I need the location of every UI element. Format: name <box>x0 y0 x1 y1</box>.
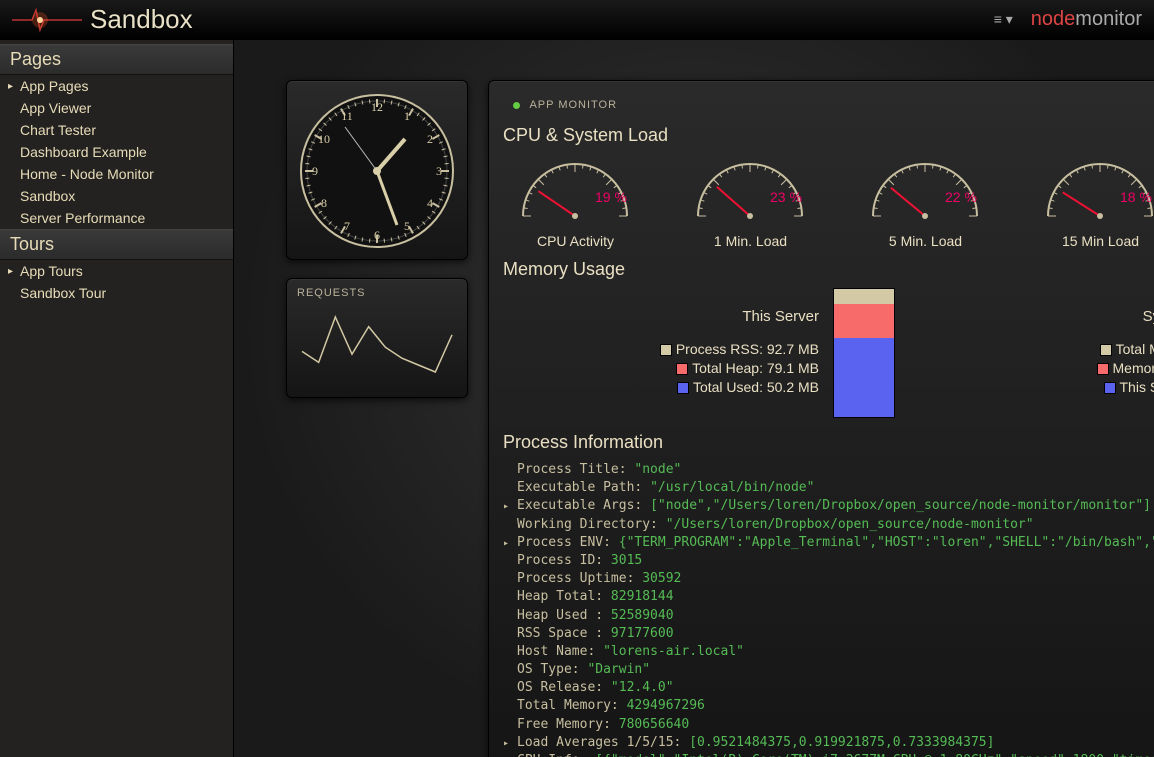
memory-system-title: System Memory <box>935 308 1154 325</box>
status-dot-icon <box>513 102 520 109</box>
sidebar-item[interactable]: App Pages <box>0 75 233 97</box>
process-info-row: Working Directory: "/Users/loren/Dropbox… <box>503 516 1154 534</box>
memory-row: This Server Process RSS: 92.7 MB Total He… <box>503 288 1154 418</box>
memory-legend-item: This Server: 92.7 MB <box>935 379 1154 395</box>
process-info-row[interactable]: Load Averages 1/5/15: [0.9521484375,0.91… <box>503 734 1154 752</box>
requests-title: REQUESTS <box>287 279 467 307</box>
svg-text:12: 12 <box>371 100 383 114</box>
svg-text:2: 2 <box>427 132 433 146</box>
app-monitor-panel: APP MONITOR CPU & System Load 19 % CPU A… <box>488 80 1154 757</box>
sidebar-heading-tours: Tours <box>0 229 233 260</box>
view-menu-button[interactable]: ≡ ▾ <box>994 11 1013 28</box>
svg-text:4: 4 <box>427 196 433 210</box>
svg-text:1: 1 <box>404 109 410 123</box>
process-info-row: RSS Space : 97177600 <box>503 625 1154 643</box>
sidebar-item[interactable]: App Viewer <box>0 97 233 119</box>
svg-text:8: 8 <box>321 196 327 210</box>
process-heading: Process Information <box>503 432 1154 453</box>
sidebar-heading-pages: Pages <box>0 44 233 75</box>
topbar: Sandbox ≡ ▾ nodemonitor <box>0 0 1154 40</box>
sidebar-item[interactable]: Home - Node Monitor <box>0 163 233 185</box>
sidebar-item[interactable]: Dashboard Example <box>0 141 233 163</box>
process-info-row: Process Uptime: 30592 <box>503 570 1154 588</box>
memory-server-title: This Server <box>503 308 819 325</box>
sidebar-item[interactable]: App Tours <box>0 260 233 282</box>
svg-text:5: 5 <box>404 219 410 233</box>
process-info-row[interactable]: Executable Args: ["node","/Users/loren/D… <box>503 497 1154 515</box>
process-info-row: OS Release: "12.4.0" <box>503 679 1154 697</box>
app-monitor-title: APP MONITOR <box>503 91 1154 119</box>
process-info-row: Process ID: 3015 <box>503 552 1154 570</box>
sidebar-item[interactable]: Sandbox <box>0 185 233 207</box>
memory-system: System Memory Total Memory: 4.0 GB Memory… <box>935 288 1154 418</box>
process-info-row: Host Name: "lorens-air.local" <box>503 643 1154 661</box>
process-info-row: Heap Used : 52589040 <box>503 607 1154 625</box>
svg-text:6: 6 <box>374 228 380 242</box>
analog-clock-icon: 1212 345 678 91011 <box>297 91 457 251</box>
process-info-row: Total Memory: 4294967296 <box>503 697 1154 715</box>
sidebar-item[interactable]: Chart Tester <box>0 119 233 141</box>
brand-label: nodemonitor <box>1031 8 1142 31</box>
svg-text:10: 10 <box>318 132 330 146</box>
svg-text:19 %: 19 % <box>595 189 627 205</box>
clock-panel: 1212 345 678 91011 <box>286 80 468 260</box>
cpu-heading: CPU & System Load <box>503 125 1154 146</box>
main-canvas: 1212 345 678 91011 REQUESTS <box>234 40 1154 757</box>
gauge-l5: 22 % 5 Min. Load <box>853 154 998 249</box>
gauge-l1: 23 % 1 Min. Load <box>678 154 823 249</box>
process-info-list: Process Title: "node"Executable Path: "/… <box>503 461 1154 757</box>
gauge-l15: 18 % 15 Min Load <box>1028 154 1154 249</box>
memory-heading: Memory Usage <box>503 259 1154 280</box>
memory-legend-item: Total Memory: 4.0 GB <box>935 341 1154 357</box>
memory-legend-item: Total Used: 50.2 MB <box>503 379 819 395</box>
requests-panel: REQUESTS <box>286 278 468 398</box>
gauge-cpu: 19 % CPU Activity <box>503 154 648 249</box>
process-info-row: OS Type: "Darwin" <box>503 661 1154 679</box>
process-info-row: Heap Total: 82918144 <box>503 588 1154 606</box>
memory-legend-item: Total Heap: 79.1 MB <box>503 360 819 376</box>
sidebar-item[interactable]: Sandbox Tour <box>0 282 233 304</box>
process-info-row[interactable]: CPU Info: [{"model":"Intel(R) Core(TM) i… <box>503 752 1154 757</box>
process-info-row[interactable]: Process ENV: {"TERM_PROGRAM":"Apple_Term… <box>503 534 1154 552</box>
svg-text:7: 7 <box>344 219 350 233</box>
sidebar-item[interactable]: Server Performance <box>0 207 233 229</box>
requests-sparkline <box>297 307 457 377</box>
svg-text:9: 9 <box>312 164 318 178</box>
memory-server: This Server Process RSS: 92.7 MB Total He… <box>503 288 895 418</box>
gauge-row: 19 % CPU Activity 23 % 1 Min. Load <box>503 154 1154 249</box>
memory-legend-item: Process RSS: 92.7 MB <box>503 341 819 357</box>
svg-text:22 %: 22 % <box>945 189 977 205</box>
svg-text:18 %: 18 % <box>1120 189 1152 205</box>
process-info-row: Free Memory: 780656640 <box>503 716 1154 734</box>
logo-pulse-icon <box>12 5 82 35</box>
page-title: Sandbox <box>90 4 193 35</box>
sidebar: Pages App PagesApp ViewerChart TesterDas… <box>0 40 234 757</box>
svg-text:23 %: 23 % <box>770 189 802 205</box>
svg-text:11: 11 <box>341 109 353 123</box>
memory-server-bar <box>833 288 895 418</box>
svg-text:3: 3 <box>436 164 442 178</box>
process-info-row: Executable Path: "/usr/local/bin/node" <box>503 479 1154 497</box>
memory-legend-item: Memory Used: 3.3 GB <box>935 360 1154 376</box>
process-info-row: Process Title: "node" <box>503 461 1154 479</box>
